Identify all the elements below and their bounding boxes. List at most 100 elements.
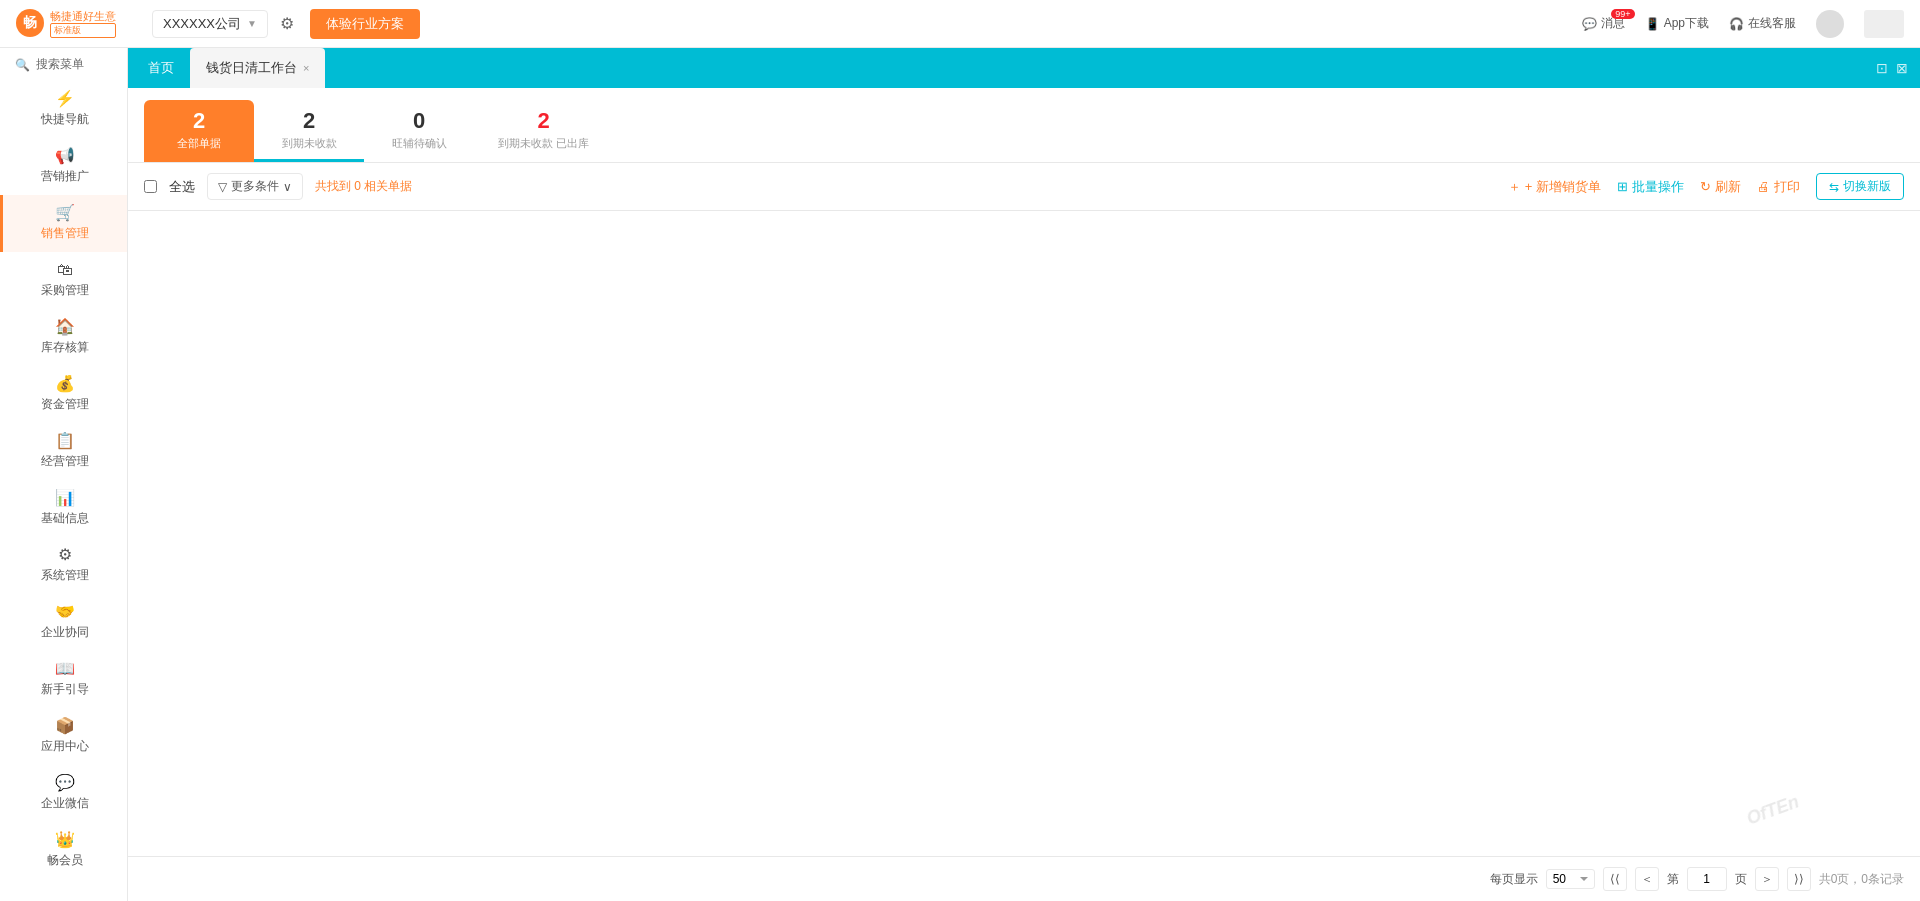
- message-badge: 99+: [1611, 9, 1634, 19]
- sidebar-item-guide[interactable]: 📖 新手引导: [0, 651, 127, 708]
- sidebar-label-wechat: 企业微信: [41, 795, 89, 812]
- user-name-area: [1864, 10, 1904, 38]
- add-sales-btn[interactable]: ＋ + 新增销货单: [1508, 178, 1601, 196]
- logo-area: 畅 畅捷通好生意 标准版: [16, 9, 144, 38]
- finance-icon: 💰: [55, 376, 75, 392]
- app-download-icon: 📱: [1645, 17, 1660, 31]
- filter-button[interactable]: ▽ 更多条件 ∨: [207, 173, 303, 200]
- header-right: 💬 消息 99+ 📱 App下载 🎧 在线客服: [1582, 10, 1904, 38]
- sidebar-label-finance: 资金管理: [41, 396, 89, 413]
- wechat-icon: 💬: [55, 775, 75, 791]
- tab-minimize-btn[interactable]: ⊠: [1896, 60, 1908, 76]
- switch-new-version-btn[interactable]: ⇆ 切换新版: [1816, 173, 1904, 200]
- operation-icon: 📋: [55, 433, 75, 449]
- total-info: 共0页，0条记录: [1819, 871, 1904, 888]
- stat-tab-pending[interactable]: 0 旺辅待确认: [364, 100, 474, 162]
- tab-home-label: 首页: [148, 59, 174, 77]
- tab-restore-btn[interactable]: ⊡: [1876, 60, 1888, 76]
- refresh-icon: ↻: [1700, 179, 1711, 194]
- last-page-btn[interactable]: ⟩⟩: [1787, 867, 1811, 891]
- sidebar-label-quick-nav: 快捷导航: [41, 111, 89, 128]
- settings-button[interactable]: ⚙: [276, 10, 298, 37]
- select-all-checkbox[interactable]: [144, 180, 157, 193]
- system-icon: ⚙: [58, 547, 72, 563]
- next-page-btn[interactable]: ＞: [1755, 867, 1779, 891]
- tab-workbench[interactable]: 钱货日清工作台 ×: [190, 48, 325, 88]
- add-label: + 新增销货单: [1525, 178, 1601, 196]
- stat-number-shipped: 2: [537, 108, 549, 134]
- sidebar-item-marketing[interactable]: 📢 营销推广: [0, 138, 127, 195]
- sidebar-item-quick-nav[interactable]: ⚡ 快捷导航: [0, 81, 127, 138]
- batch-btn[interactable]: ⊞ 批量操作: [1617, 178, 1684, 196]
- tab-close-icon[interactable]: ×: [303, 62, 309, 74]
- found-suffix: 相关单据: [364, 179, 412, 193]
- sidebar-label-inventory: 库存核算: [41, 339, 89, 356]
- sidebar-label-purchase: 采购管理: [41, 282, 89, 299]
- sidebar-label-sales: 销售管理: [41, 225, 89, 242]
- tab-bar: 首页 钱货日清工作台 × ⊡ ⊠: [128, 48, 1920, 88]
- purchase-icon: 🛍: [57, 262, 73, 278]
- trial-button[interactable]: 体验行业方案: [310, 9, 420, 39]
- stat-label-pending: 旺辅待确认: [392, 136, 447, 151]
- stat-tab-shipped[interactable]: 2 到期未收款 已出库: [474, 100, 613, 162]
- tab-home[interactable]: 首页: [132, 48, 190, 88]
- sidebar-label-member: 畅会员: [47, 852, 83, 869]
- found-count: 0: [354, 179, 364, 193]
- sidebar-label-system: 系统管理: [41, 567, 89, 584]
- tab-bar-actions: ⊡ ⊠: [1876, 60, 1920, 76]
- sidebar-item-app-center[interactable]: 📦 应用中心: [0, 708, 127, 765]
- user-avatar[interactable]: [1816, 10, 1844, 38]
- basic-info-icon: 📊: [55, 490, 75, 506]
- found-count-area: 共找到 0 相关单据: [315, 178, 412, 195]
- main-layout: 🔍 搜索菜单 ⚡ 快捷导航 📢 营销推广 🛒 销售管理 🛍 采购管理 🏠 库存核…: [0, 48, 1920, 901]
- online-service-icon: 🎧: [1729, 17, 1744, 31]
- sidebar-label-cooperation: 企业协同: [41, 624, 89, 641]
- stats-tabs: 2 全部单据 2 到期未收款 0 旺辅待确认 2 到期未收款 已出库: [128, 88, 1920, 163]
- first-page-btn[interactable]: ⟨⟨: [1603, 867, 1627, 891]
- app-download-action[interactable]: 📱 App下载: [1645, 15, 1709, 32]
- company-selector[interactable]: XXXXXX公司 ▼: [152, 10, 268, 38]
- main-content: 首页 钱货日清工作台 × ⊡ ⊠ 2 全部单据 2 到期未收款: [128, 48, 1920, 901]
- logo-text: 畅捷通好生意: [50, 9, 116, 23]
- sidebar-item-operation[interactable]: 📋 经营管理: [0, 423, 127, 480]
- sidebar-item-member[interactable]: 👑 畅会员: [0, 822, 127, 879]
- sidebar-item-system[interactable]: ⚙ 系统管理: [0, 537, 127, 594]
- stat-label-shipped: 到期未收款 已出库: [498, 136, 589, 151]
- app-download-label: App下载: [1664, 15, 1709, 32]
- page-unit: 页: [1735, 871, 1747, 888]
- select-all-label: 全选: [169, 178, 195, 196]
- sidebar-label-marketing: 营销推广: [41, 168, 89, 185]
- sidebar-item-finance[interactable]: 💰 资金管理: [0, 366, 127, 423]
- print-btn[interactable]: 🖨 打印: [1757, 178, 1800, 196]
- toolbar: 全选 ▽ 更多条件 ∨ 共找到 0 相关单据 ＋ + 新增销货单: [128, 163, 1920, 211]
- sidebar-item-cooperation[interactable]: 🤝 企业协同: [0, 594, 127, 651]
- logo-text-area: 畅捷通好生意 标准版: [50, 9, 116, 38]
- filter-arrow-icon: ∨: [283, 180, 292, 194]
- prev-page-btn[interactable]: ＜: [1635, 867, 1659, 891]
- switch-label: 切换新版: [1843, 178, 1891, 195]
- per-page-select[interactable]: 50 20 100: [1546, 869, 1595, 889]
- sidebar-item-wechat[interactable]: 💬 企业微信: [0, 765, 127, 822]
- logo-icon: 畅: [16, 9, 44, 37]
- sidebar-search[interactable]: 🔍 搜索菜单: [0, 48, 127, 81]
- refresh-btn[interactable]: ↻ 刷新: [1700, 178, 1741, 196]
- stat-tab-all[interactable]: 2 全部单据: [144, 100, 254, 162]
- top-header: 畅 畅捷通好生意 标准版 XXXXXX公司 ▼ ⚙ 体验行业方案 💬 消息 99…: [0, 0, 1920, 48]
- sidebar: 🔍 搜索菜单 ⚡ 快捷导航 📢 营销推广 🛒 销售管理 🛍 采购管理 🏠 库存核…: [0, 48, 128, 901]
- sidebar-item-basic-info[interactable]: 📊 基础信息: [0, 480, 127, 537]
- quick-nav-icon: ⚡: [55, 91, 75, 107]
- app-center-icon: 📦: [55, 718, 75, 734]
- message-action[interactable]: 💬 消息 99+: [1582, 15, 1625, 32]
- company-name: XXXXXX公司: [163, 15, 241, 33]
- stat-tab-overdue[interactable]: 2 到期未收款: [254, 100, 364, 162]
- cooperation-icon: 🤝: [55, 604, 75, 620]
- per-page-label: 每页显示: [1490, 871, 1538, 888]
- print-icon: 🖨: [1757, 179, 1770, 194]
- sidebar-item-purchase[interactable]: 🛍 采购管理: [0, 252, 127, 309]
- page-number-input[interactable]: [1687, 867, 1727, 891]
- sidebar-label-basic-info: 基础信息: [41, 510, 89, 527]
- online-service-action[interactable]: 🎧 在线客服: [1729, 15, 1796, 32]
- sidebar-item-inventory[interactable]: 🏠 库存核算: [0, 309, 127, 366]
- batch-label: 批量操作: [1632, 178, 1684, 196]
- sidebar-item-sales[interactable]: 🛒 销售管理: [0, 195, 127, 252]
